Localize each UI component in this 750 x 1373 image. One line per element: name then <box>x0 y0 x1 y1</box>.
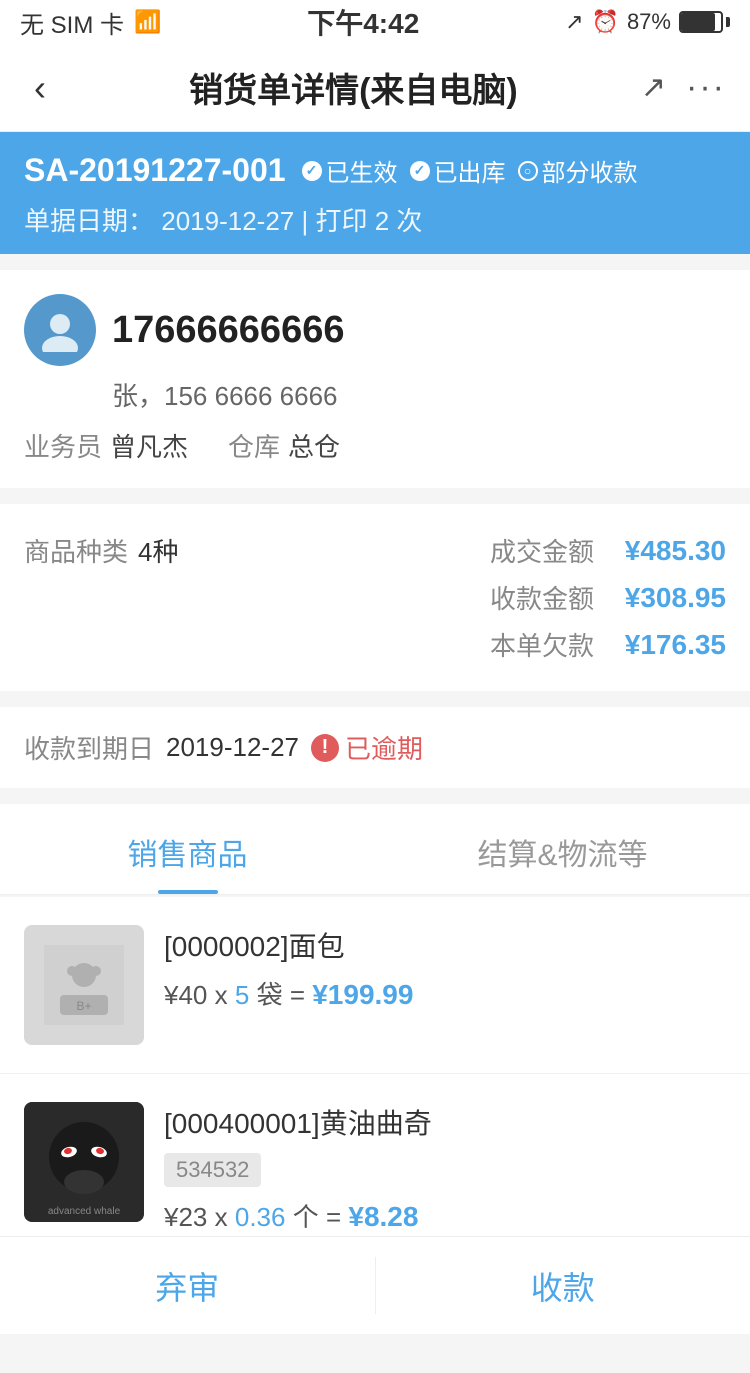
due-section: 收款到期日 2019-12-27 ! 已逾期 <box>0 707 750 788</box>
price-x-1: x <box>215 980 235 1010</box>
overdue-icon: ! <box>311 734 339 762</box>
warehouse-label: 仓库 <box>228 427 280 464</box>
svg-text:B+: B+ <box>76 999 91 1013</box>
product-image-1: B+ <box>24 925 144 1045</box>
kinds-row: 商品种类 4种 <box>24 532 375 569</box>
received-label: 收款金额 <box>474 579 594 616</box>
product-sku-2: 534532 <box>164 1153 261 1187</box>
collect-button[interactable]: 收款 <box>376 1237 750 1334</box>
banner-row1: SA-20191227-001 ✓ 已生效 ✓ 已出库 ○ 部分收款 <box>24 152 726 189</box>
owing-row: 本单欠款 ¥176.35 <box>474 626 726 663</box>
alarm-icon: ⏰ <box>592 9 619 35</box>
badge-partial: ○ 部分收款 <box>518 153 638 188</box>
image-placeholder-1: B+ <box>24 925 144 1045</box>
salesman-item: 业务员 曾凡杰 <box>24 427 188 464</box>
price-qty-1: 5 <box>235 980 249 1010</box>
check-icon-1: ✓ <box>302 161 322 181</box>
product-price-2: ¥23 x 0.36 个 = ¥8.28 <box>164 1197 726 1234</box>
owing-label: 本单欠款 <box>474 626 594 663</box>
customer-meta: 业务员 曾凡杰 仓库 总仓 <box>24 427 726 464</box>
product-name-1: [0000002]面包 <box>164 925 726 965</box>
check-icon-2: ✓ <box>410 161 430 181</box>
price-total-1: ¥199.99 <box>312 979 413 1010</box>
clock-icon: ○ <box>518 161 538 181</box>
warehouse-item: 仓库 总仓 <box>228 427 340 464</box>
share-icon[interactable]: ↗ <box>641 70 666 105</box>
summary-left: 商品种类 4种 <box>24 532 375 569</box>
carrier-label: 无 SIM 卡 <box>20 5 124 40</box>
amount-label: 成交金额 <box>474 532 594 569</box>
price-qty-2: 0.36 <box>235 1202 286 1232</box>
price-unit-2: 个 <box>293 1202 319 1232</box>
battery-indicator <box>679 11 730 33</box>
wifi-icon: 📶 <box>134 9 161 35</box>
types-label: 商品种类 <box>24 532 128 569</box>
reject-button[interactable]: 弃审 <box>0 1237 375 1334</box>
price-base-2: ¥23 <box>164 1202 207 1232</box>
status-right: ↗ ⏰ 87% <box>565 9 730 35</box>
customer-name: 张，156 6666 6666 <box>112 376 726 413</box>
back-button[interactable]: ‹ <box>24 57 56 119</box>
more-icon[interactable]: ··· <box>686 68 726 107</box>
customer-row: 17666666666 <box>24 294 726 366</box>
customer-phone: 17666666666 <box>112 309 344 352</box>
amount-value: ¥485.30 <box>606 535 726 567</box>
salesman-label: 业务员 <box>24 427 102 464</box>
status-bar: 无 SIM 卡 📶 下午4:42 ↗ ⏰ 87% <box>0 0 750 44</box>
date-label: 单据日期： <box>24 206 154 236</box>
price-eq-1: = <box>290 980 312 1010</box>
price-eq-2: = <box>326 1202 348 1232</box>
print-label: 打印 2 次 <box>315 206 422 236</box>
product-info-2: [000400001]黄油曲奇 534532 ¥23 x 0.36 个 = ¥8… <box>164 1102 726 1234</box>
page-title: 销货单详情(来自电脑) <box>66 63 641 112</box>
product-item: B+ [0000002]面包 ¥40 x 5 袋 = ¥199.99 <box>0 897 750 1074</box>
nav-actions: ↗ ··· <box>641 68 726 107</box>
date-value: 2019-12-27 <box>161 206 294 236</box>
banner-date-row: 单据日期： 2019-12-27 | 打印 2 次 <box>24 201 726 238</box>
status-badges: ✓ 已生效 ✓ 已出库 ○ 部分收款 <box>302 153 638 188</box>
types-value: 4种 <box>138 532 178 569</box>
received-row: 收款金额 ¥308.95 <box>474 579 726 616</box>
order-header-banner: SA-20191227-001 ✓ 已生效 ✓ 已出库 ○ 部分收款 单据日期：… <box>0 132 750 254</box>
customer-section: 17666666666 张，156 6666 6666 业务员 曾凡杰 仓库 总… <box>0 270 750 488</box>
status-time: 下午4:42 <box>307 2 419 42</box>
badge-shipped: ✓ 已出库 <box>410 153 506 188</box>
owing-value: ¥176.35 <box>606 629 726 661</box>
avatar <box>24 294 96 366</box>
summary-section: 商品种类 4种 成交金额 ¥485.30 收款金额 ¥308.95 本单欠款 ¥… <box>0 504 750 691</box>
product-image-2: advanced whale <box>24 1102 144 1222</box>
overdue-badge: ! 已逾期 <box>311 729 423 766</box>
price-unit-1: 袋 <box>257 980 283 1010</box>
location-icon: ↗ <box>565 9 583 35</box>
bottom-bar: 弃审 收款 <box>0 1236 750 1334</box>
print-info: | <box>301 206 315 236</box>
product-item-2: advanced whale [000400001]黄油曲奇 534532 ¥2… <box>0 1074 750 1263</box>
due-date: 2019-12-27 <box>166 732 299 763</box>
due-label: 收款到期日 <box>24 729 154 766</box>
svg-text:advanced whale: advanced whale <box>48 1206 121 1217</box>
product-name-2: [000400001]黄油曲奇 <box>164 1102 726 1142</box>
received-value: ¥308.95 <box>606 582 726 614</box>
order-id: SA-20191227-001 <box>24 152 286 189</box>
product-price-1: ¥40 x 5 袋 = ¥199.99 <box>164 975 726 1012</box>
tab-products[interactable]: 销售商品 <box>0 804 375 894</box>
status-left: 无 SIM 卡 📶 <box>20 5 161 40</box>
price-total-2: ¥8.28 <box>348 1201 418 1232</box>
badge-effective: ✓ 已生效 <box>302 153 398 188</box>
summary-right: 成交金额 ¥485.30 收款金额 ¥308.95 本单欠款 ¥176.35 <box>375 532 726 663</box>
product-info-1: [0000002]面包 ¥40 x 5 袋 = ¥199.99 <box>164 925 726 1012</box>
battery-percent: 87% <box>627 9 671 35</box>
warehouse-value: 总仓 <box>288 427 340 464</box>
nav-bar: ‹ 销货单详情(来自电脑) ↗ ··· <box>0 44 750 132</box>
salesman-value: 曾凡杰 <box>110 427 188 464</box>
price-base-1: ¥40 <box>164 980 207 1010</box>
price-x-2: x <box>215 1202 235 1232</box>
tab-settlement[interactable]: 结算&物流等 <box>375 804 750 894</box>
tabs: 销售商品 结算&物流等 <box>0 804 750 895</box>
image-placeholder-2: advanced whale <box>24 1102 144 1222</box>
product-list: B+ [0000002]面包 ¥40 x 5 袋 = ¥199.99 <box>0 897 750 1263</box>
amount-row: 成交金额 ¥485.30 <box>474 532 726 569</box>
overdue-text: 已逾期 <box>345 729 423 766</box>
